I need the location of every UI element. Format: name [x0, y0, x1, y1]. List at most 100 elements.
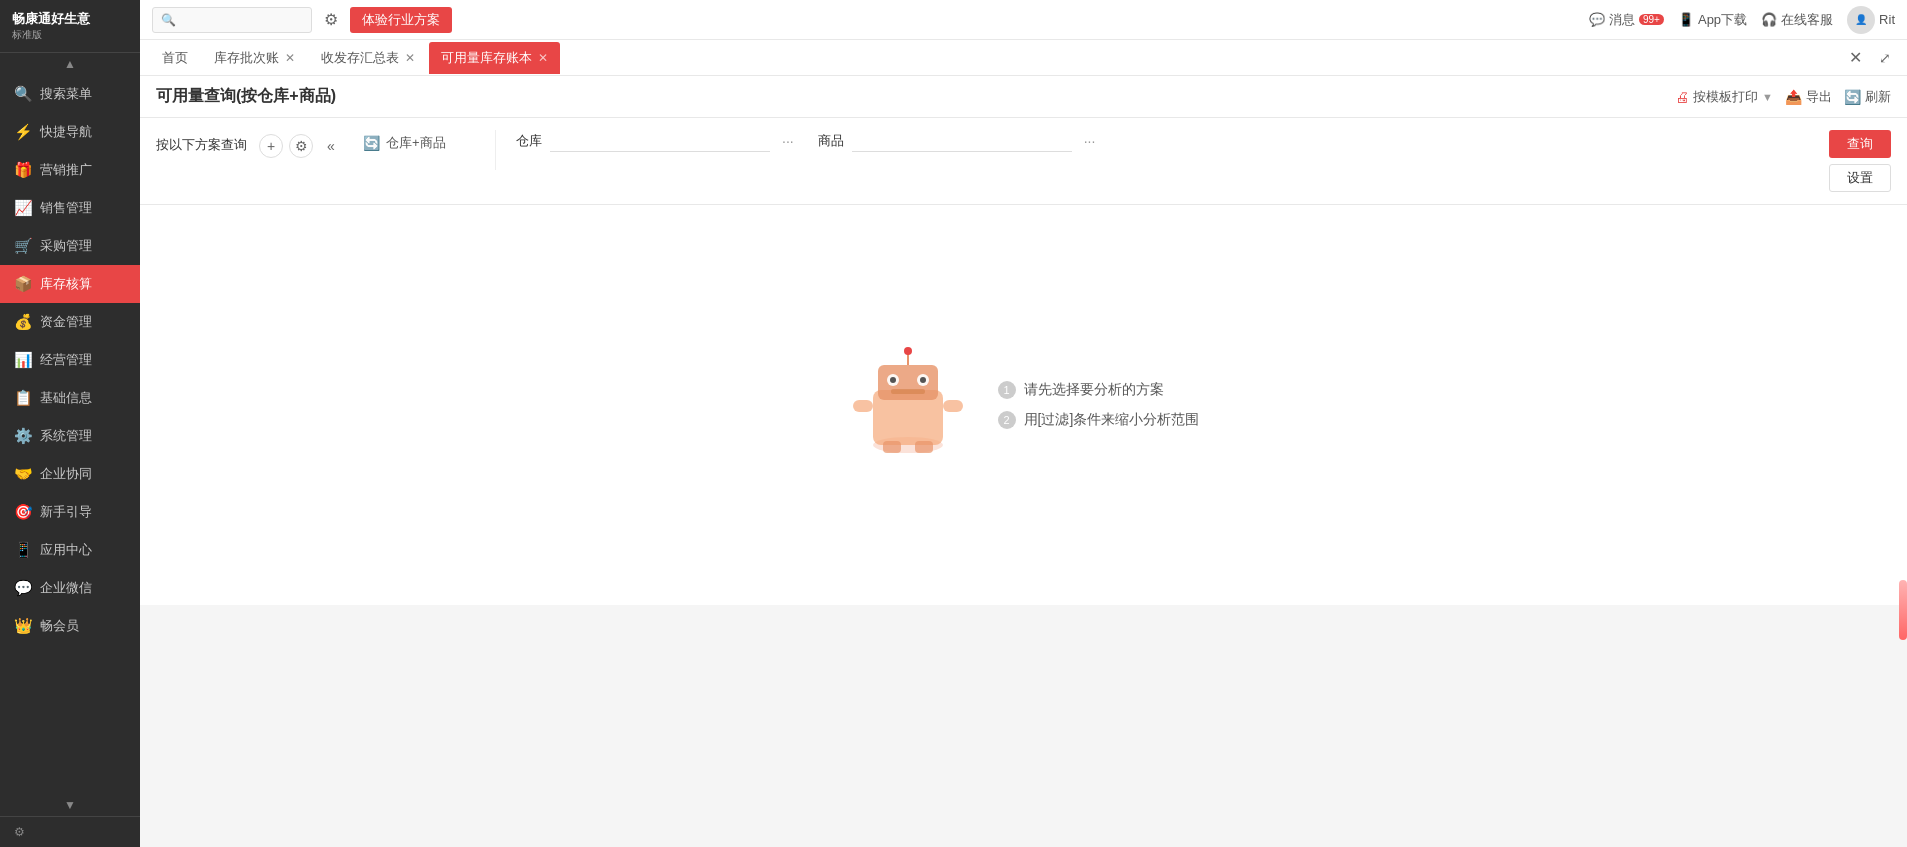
header-left: 🔍 ⚙ 体验行业方案: [152, 7, 1581, 33]
sidebar-item-wechat[interactable]: 💬企业微信: [0, 569, 140, 607]
header-right: 💬 消息 99+ 📱 App下载 🎧 在线客服 👤 Rit: [1589, 6, 1895, 34]
goods-more-icon[interactable]: ···: [1080, 133, 1100, 149]
sidebar-icon-purchase: 🛒: [14, 237, 32, 255]
svg-point-5: [890, 377, 896, 383]
sidebar-icon-inventory: 📦: [14, 275, 32, 293]
sidebar-label-marketing: 营销推广: [40, 161, 92, 179]
window-expand-button[interactable]: ⤢: [1873, 46, 1897, 70]
user-name: Rit: [1879, 12, 1895, 27]
svg-rect-9: [891, 389, 925, 394]
sidebar-label-member: 畅会员: [40, 617, 79, 635]
goods-label: 商品: [818, 132, 844, 150]
sidebar-item-purchase[interactable]: 🛒采购管理: [0, 227, 140, 265]
scheme-item-warehouse-goods[interactable]: 🔄 仓库+商品: [355, 130, 475, 156]
tab-receive-summary[interactable]: 收发存汇总表✕: [309, 42, 427, 74]
sidebar-item-member[interactable]: 👑畅会员: [0, 607, 140, 645]
tab-close-available-ledger[interactable]: ✕: [538, 52, 548, 64]
export-action[interactable]: 📤 导出: [1785, 88, 1832, 106]
main-area: 🔍 ⚙ 体验行业方案 💬 消息 99+ 📱 App下载 🎧 在线客服: [140, 0, 1907, 847]
warehouse-label: 仓库: [516, 132, 542, 150]
avatar-initial: 👤: [1855, 14, 1867, 25]
export-label: 导出: [1806, 88, 1832, 106]
print-dropdown-icon[interactable]: ▼: [1762, 91, 1773, 103]
sidebar-icon-operation: 📊: [14, 351, 32, 369]
service-item[interactable]: 🎧 在线客服: [1761, 11, 1833, 29]
sidebar-item-sales[interactable]: 📈销售管理: [0, 189, 140, 227]
tip-text-2: 用[过滤]条件来缩小分析范围: [1024, 411, 1200, 429]
add-scheme-button[interactable]: +: [259, 134, 283, 158]
sidebar-item-operation[interactable]: 📊 经营管理: [0, 341, 140, 379]
tab-inventory-batch[interactable]: 库存批次账✕: [202, 42, 307, 74]
tip-text-1: 请先选择要分析的方案: [1024, 381, 1164, 399]
sidebar-scroll-up[interactable]: ▲: [0, 53, 140, 75]
sidebar-item-guide[interactable]: 🎯 新手引导: [0, 493, 140, 531]
sidebar-label-quicknav: 快捷导航: [40, 123, 92, 141]
query-button[interactable]: 查询: [1829, 130, 1891, 158]
header-search-box[interactable]: 🔍: [152, 7, 312, 33]
svg-rect-13: [915, 441, 933, 453]
sidebar-label-search: 搜索菜单: [40, 85, 92, 103]
tab-label-available-ledger: 可用量库存账本: [441, 49, 532, 67]
goods-input[interactable]: [852, 130, 1072, 152]
warehouse-input[interactable]: [550, 130, 770, 152]
sidebar-label-finance: 资金管理: [40, 313, 92, 331]
print-label: 按模板打印: [1693, 88, 1758, 106]
sidebar-item-search[interactable]: 🔍 搜索菜单: [0, 75, 140, 113]
message-label: 消息: [1609, 11, 1635, 29]
window-close-button[interactable]: ✕: [1843, 46, 1867, 70]
warehouse-more-icon[interactable]: ···: [778, 133, 798, 149]
sidebar-icon-sales: 📈: [14, 199, 32, 217]
sidebar-label-guide: 新手引导: [40, 503, 92, 521]
message-item[interactable]: 💬 消息 99+: [1589, 11, 1664, 29]
print-icon: 🖨: [1675, 89, 1689, 105]
refresh-action[interactable]: 🔄 刷新: [1844, 88, 1891, 106]
filter-scheme-list: 🔄 仓库+商品: [355, 130, 475, 156]
right-scrollbar[interactable]: [1899, 580, 1907, 640]
empty-tip-2: 2 用[过滤]条件来缩小分析范围: [998, 411, 1200, 429]
sidebar-icon-guide: 🎯: [14, 503, 32, 521]
message-badge: 99+: [1639, 14, 1664, 25]
setting-button[interactable]: 设置: [1829, 164, 1891, 192]
sidebar-item-basic[interactable]: 📋基础信息: [0, 379, 140, 417]
user-item[interactable]: 👤 Rit: [1847, 6, 1895, 34]
sidebar-item-marketing[interactable]: 🎁营销推广: [0, 151, 140, 189]
scheme-icon: 🔄: [363, 135, 380, 151]
sidebar-item-enterprise[interactable]: 🤝企业协同: [0, 455, 140, 493]
sidebar-scroll-down[interactable]: ▼: [0, 794, 140, 816]
sidebar-item-system[interactable]: ⚙️系统管理: [0, 417, 140, 455]
filter-collapse-button[interactable]: «: [319, 134, 343, 158]
tab-home[interactable]: 首页: [150, 42, 200, 74]
tabs-right: ✕ ⤢: [1843, 46, 1897, 70]
page-header: 可用量查询(按仓库+商品) 🖨 按模板打印 ▼ 📤 导出 🔄 刷新: [140, 76, 1907, 118]
edit-scheme-button[interactable]: ⚙: [289, 134, 313, 158]
sidebar-label-appstore: 应用中心: [40, 541, 92, 559]
app-download-item[interactable]: 📱 App下载: [1678, 11, 1747, 29]
tab-close-receive-summary[interactable]: ✕: [405, 52, 415, 64]
tab-label-home: 首页: [162, 49, 188, 67]
print-action[interactable]: 🖨 按模板打印 ▼: [1675, 88, 1773, 106]
sidebar: 畅康通好生意 标准版 ▲ 🔍搜索菜单⚡快捷导航🎁营销推广📈销售管理🛒采购管理📦库…: [0, 0, 140, 847]
refresh-icon: 🔄: [1844, 89, 1861, 105]
tab-available-ledger[interactable]: 可用量库存账本 ✕: [429, 42, 560, 74]
sidebar-item-quicknav[interactable]: ⚡快捷导航: [0, 113, 140, 151]
header-gear-icon[interactable]: ⚙: [318, 7, 344, 33]
tab-close-inventory-batch[interactable]: ✕: [285, 52, 295, 64]
sidebar-icon-search: 🔍: [14, 85, 32, 103]
sidebar-icon-appstore: 📱: [14, 541, 32, 559]
sidebar-item-inventory[interactable]: 📦库存核算: [0, 265, 140, 303]
sidebar-icon-finance: 💰: [14, 313, 32, 331]
sidebar-label-operation: 经营管理: [40, 351, 92, 369]
sidebar-item-finance[interactable]: 💰 资金管理: [0, 303, 140, 341]
service-icon: 🎧: [1761, 12, 1777, 27]
filter-field-goods: 商品 ···: [818, 130, 1100, 152]
svg-rect-12: [883, 441, 901, 453]
right-actions: 查询 设置: [1817, 130, 1891, 192]
sidebar-nav: 🔍 搜索菜单 ⚡快捷导航🎁营销推广📈销售管理🛒采购管理📦库存核算 💰 资金管理 📊 经营管理…: [0, 75, 140, 794]
industry-button[interactable]: 体验行业方案: [350, 7, 452, 33]
svg-rect-11: [943, 400, 963, 412]
sidebar-label-system: 系统管理: [40, 427, 92, 445]
filter-label: 按以下方案查询: [156, 130, 247, 154]
sidebar-item-appstore[interactable]: 📱 应用中心: [0, 531, 140, 569]
sidebar-label-wechat: 企业微信: [40, 579, 92, 597]
sidebar-footer[interactable]: ⚙: [0, 816, 140, 847]
